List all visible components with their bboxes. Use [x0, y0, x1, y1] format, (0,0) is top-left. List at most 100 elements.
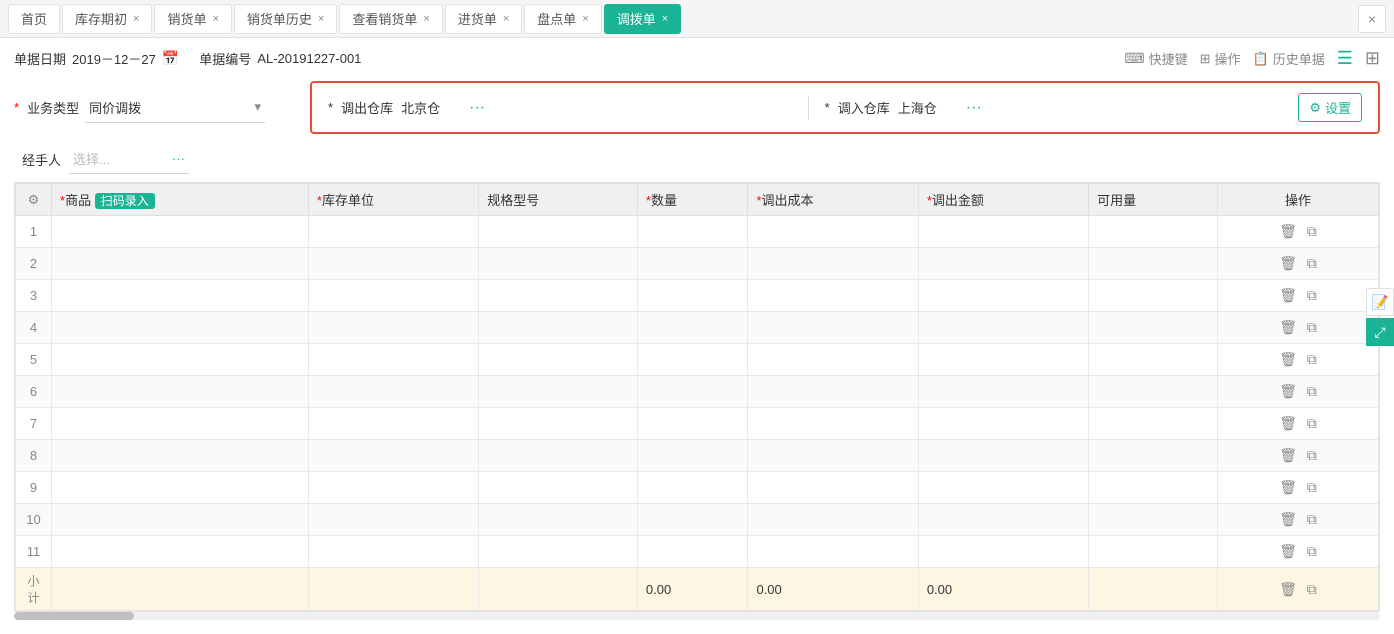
cell-unit[interactable]	[308, 216, 478, 248]
cell-spec[interactable]	[479, 344, 638, 376]
cell-unit[interactable]	[308, 440, 478, 472]
copy-icon[interactable]: ⧉	[1307, 447, 1317, 463]
copy-icon[interactable]: ⧉	[1307, 351, 1317, 367]
cell-qty[interactable]	[637, 408, 748, 440]
settings-col-icon[interactable]: ⚙	[28, 192, 40, 207]
scroll-thumb[interactable]	[14, 612, 134, 620]
cell-cost[interactable]	[748, 536, 918, 568]
cell-spec[interactable]	[479, 312, 638, 344]
cell-qty[interactable]	[637, 504, 748, 536]
close-icon[interactable]: ×	[318, 13, 324, 25]
close-icon[interactable]: ×	[133, 13, 139, 25]
cell-unit[interactable]	[308, 344, 478, 376]
cell-cost[interactable]	[748, 312, 918, 344]
cell-cost[interactable]	[748, 408, 918, 440]
cell-amount[interactable]	[918, 280, 1088, 312]
close-icon[interactable]: ×	[662, 13, 668, 25]
cell-qty[interactable]	[637, 344, 748, 376]
cell-amount[interactable]	[918, 344, 1088, 376]
right-notes-button[interactable]: 📝	[1366, 288, 1394, 316]
cell-goods[interactable]	[52, 536, 309, 568]
cell-qty[interactable]	[637, 248, 748, 280]
delete-icon[interactable]: 🗑	[1279, 223, 1297, 239]
cell-amount[interactable]	[918, 248, 1088, 280]
cell-available[interactable]	[1089, 472, 1218, 504]
cell-goods[interactable]	[52, 280, 309, 312]
tab-sales-order[interactable]: 销货单 ×	[154, 4, 231, 34]
cell-spec[interactable]	[479, 472, 638, 504]
delete-icon[interactable]: 🗑	[1279, 581, 1297, 597]
right-expand-button[interactable]: ⤢	[1366, 318, 1394, 346]
delete-icon[interactable]: 🗑	[1279, 287, 1297, 303]
cell-amount[interactable]	[918, 216, 1088, 248]
cell-amount[interactable]	[918, 440, 1088, 472]
chevron-down-icon[interactable]: ▾	[255, 99, 262, 115]
cell-goods[interactable]	[52, 472, 309, 504]
scroll-bar[interactable]	[14, 612, 1380, 620]
cell-available[interactable]	[1089, 376, 1218, 408]
copy-icon[interactable]: ⧉	[1307, 543, 1317, 559]
cell-unit[interactable]	[308, 408, 478, 440]
copy-icon[interactable]: ⧉	[1307, 319, 1317, 335]
cell-amount[interactable]	[918, 312, 1088, 344]
cell-spec[interactable]	[479, 248, 638, 280]
cell-available[interactable]	[1089, 408, 1218, 440]
cell-goods[interactable]	[52, 216, 309, 248]
cell-qty[interactable]	[637, 312, 748, 344]
tab-view-sales[interactable]: 查看销货单 ×	[339, 4, 442, 34]
cell-qty[interactable]	[637, 536, 748, 568]
close-icon[interactable]: ×	[582, 13, 588, 25]
copy-icon[interactable]: ⧉	[1307, 415, 1317, 431]
cell-unit[interactable]	[308, 376, 478, 408]
cell-cost[interactable]	[748, 504, 918, 536]
cell-cost[interactable]	[748, 344, 918, 376]
cell-goods[interactable]	[52, 440, 309, 472]
business-type-select[interactable]: 同价调拨 ▾	[85, 93, 265, 123]
cell-qty[interactable]	[637, 472, 748, 504]
shortcut-button[interactable]: ⌨ 快捷键	[1124, 49, 1187, 68]
cell-goods[interactable]	[52, 504, 309, 536]
cell-available[interactable]	[1089, 344, 1218, 376]
copy-icon[interactable]: ⧉	[1307, 581, 1317, 597]
layout-grid-icon[interactable]: ⊞	[1365, 48, 1380, 69]
operator-select[interactable]: 选择... ···	[69, 144, 189, 174]
cell-cost[interactable]	[748, 248, 918, 280]
cell-goods[interactable]	[52, 312, 309, 344]
cell-qty[interactable]	[637, 440, 748, 472]
cell-spec[interactable]	[479, 504, 638, 536]
tab-inventory[interactable]: 盘点单 ×	[524, 4, 601, 34]
tab-purchase[interactable]: 进货单 ×	[445, 4, 522, 34]
cell-amount[interactable]	[918, 504, 1088, 536]
cell-available[interactable]	[1089, 536, 1218, 568]
copy-icon[interactable]: ⧉	[1307, 383, 1317, 399]
cell-unit[interactable]	[308, 472, 478, 504]
cell-unit[interactable]	[308, 280, 478, 312]
cell-qty[interactable]	[637, 280, 748, 312]
delete-icon[interactable]: 🗑	[1279, 511, 1297, 527]
delete-icon[interactable]: 🗑	[1279, 255, 1297, 271]
calendar-icon[interactable]: 📅	[162, 50, 179, 67]
cell-unit[interactable]	[308, 312, 478, 344]
cell-cost[interactable]	[748, 376, 918, 408]
delete-icon[interactable]: 🗑	[1279, 383, 1297, 399]
copy-icon[interactable]: ⧉	[1307, 287, 1317, 303]
cell-goods[interactable]	[52, 344, 309, 376]
settings-button[interactable]: ⚙ 设置	[1298, 93, 1362, 122]
delete-icon[interactable]: 🗑	[1279, 447, 1297, 463]
cell-spec[interactable]	[479, 376, 638, 408]
cell-available[interactable]	[1089, 280, 1218, 312]
cell-unit[interactable]	[308, 248, 478, 280]
delete-icon[interactable]: 🗑	[1279, 319, 1297, 335]
copy-icon[interactable]: ⧉	[1307, 511, 1317, 527]
copy-icon[interactable]: ⧉	[1307, 223, 1317, 239]
cell-spec[interactable]	[479, 536, 638, 568]
close-icon[interactable]: ×	[503, 13, 509, 25]
cell-spec[interactable]	[479, 440, 638, 472]
tab-sales-history[interactable]: 销货单历史 ×	[234, 4, 337, 34]
delete-icon[interactable]: 🗑	[1279, 415, 1297, 431]
cell-available[interactable]	[1089, 312, 1218, 344]
cell-available[interactable]	[1089, 504, 1218, 536]
cell-available[interactable]	[1089, 248, 1218, 280]
cell-goods[interactable]	[52, 408, 309, 440]
tab-home[interactable]: 首页	[8, 4, 60, 34]
